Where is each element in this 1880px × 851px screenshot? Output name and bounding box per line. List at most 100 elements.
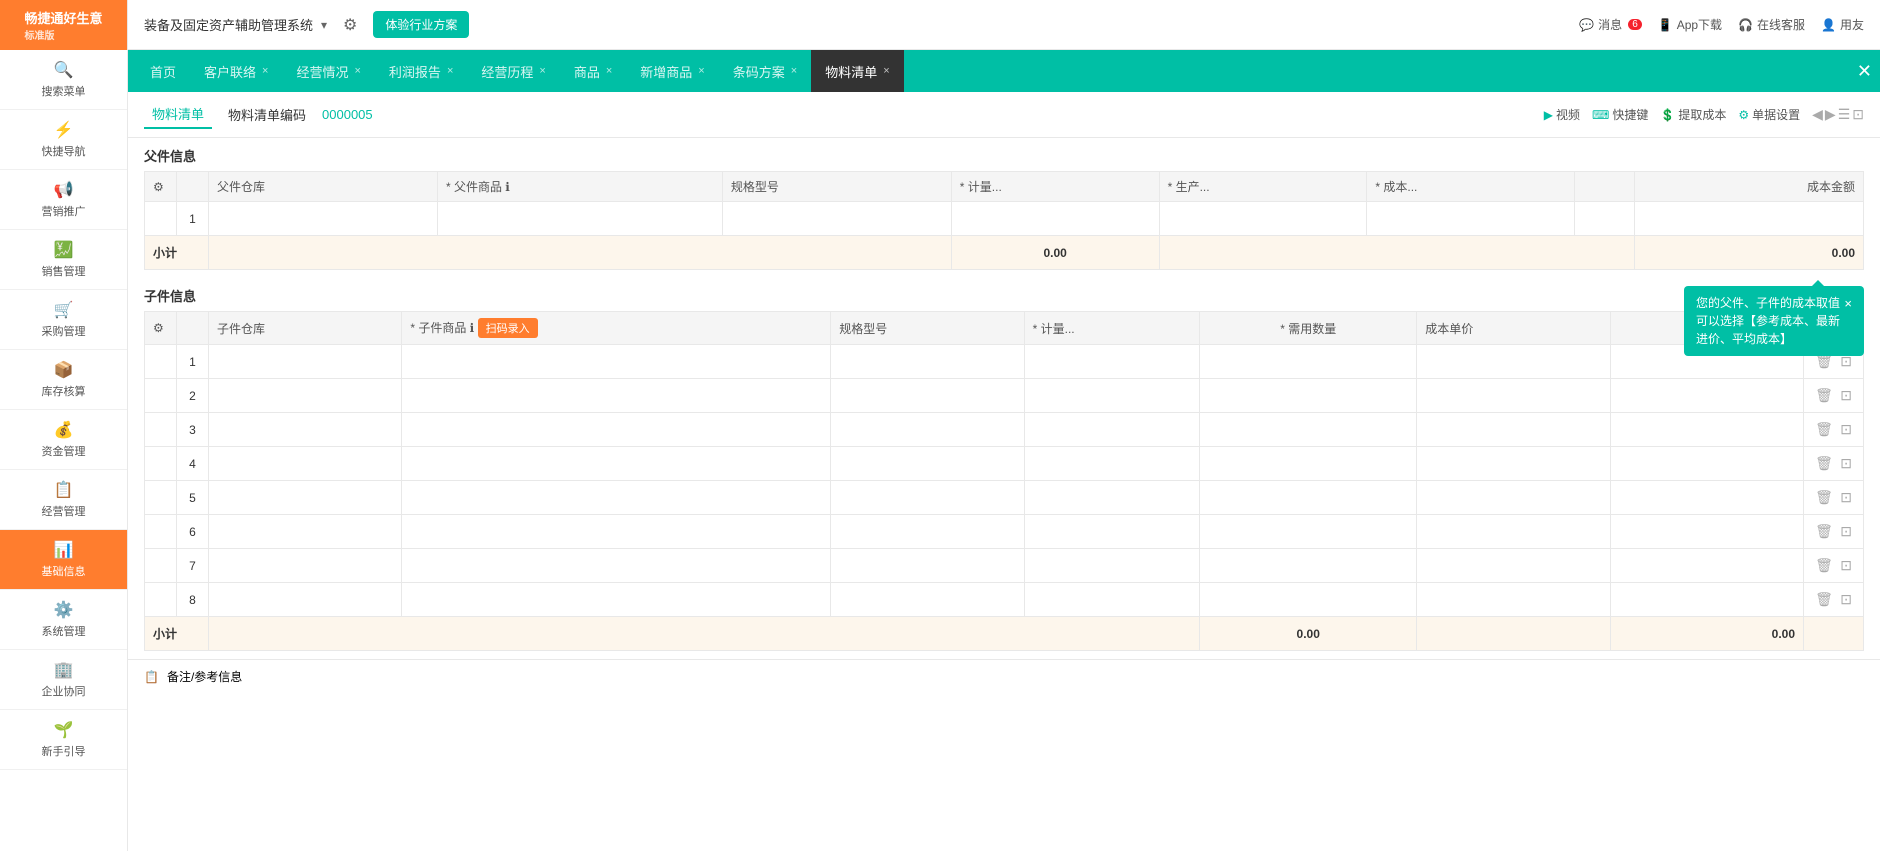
child-goods-cell-3[interactable]	[402, 413, 831, 447]
view-video-btn[interactable]: ▶ 视频	[1544, 106, 1580, 123]
sidebar-item-finance[interactable]: 💰资金管理	[0, 410, 127, 470]
expand-icon[interactable]: ⊡	[1852, 106, 1864, 123]
child-goods-cell-6[interactable]	[402, 515, 831, 549]
extract-cost-btn[interactable]: 💲 提取成本	[1660, 106, 1726, 123]
settings-icon[interactable]: ⚙	[343, 15, 357, 35]
child-price-cell-4[interactable]	[1417, 447, 1610, 481]
nav-tab-customer[interactable]: 客户联络×	[190, 50, 282, 92]
close-tab-new_goods[interactable]: ×	[698, 65, 704, 77]
child-warehouse-cell-2[interactable]	[209, 379, 402, 413]
system-dropdown[interactable]: ▾	[321, 18, 327, 32]
child-goods-cell-8[interactable]	[402, 583, 831, 617]
child-goods-cell-4[interactable]	[402, 447, 831, 481]
close-tab-bom[interactable]: ×	[883, 65, 889, 77]
child-spec-cell-8[interactable]	[831, 583, 1024, 617]
online-service-btn[interactable]: 🎧 在线客服	[1738, 16, 1805, 33]
sidebar-item-search[interactable]: 🔍搜索菜单	[0, 50, 127, 110]
child-price-cell-7[interactable]	[1417, 549, 1610, 583]
child-qty-cell-5[interactable]	[1200, 481, 1417, 515]
nav-tab-barcode[interactable]: 条码方案×	[719, 50, 811, 92]
child-unit-cell-5[interactable]	[1024, 481, 1200, 515]
child-goods-cell-7[interactable]	[402, 549, 831, 583]
child-spec-cell-5[interactable]	[831, 481, 1024, 515]
child-spec-cell-4[interactable]	[831, 447, 1024, 481]
child-spec-cell-7[interactable]	[831, 549, 1024, 583]
nav-tab-ops_history[interactable]: 经营历程×	[467, 50, 559, 92]
child-qty-cell-1[interactable]	[1200, 345, 1417, 379]
delete-icon-6[interactable]: 🗑	[1815, 523, 1833, 539]
child-qty-cell-8[interactable]	[1200, 583, 1417, 617]
child-unit-cell-1[interactable]	[1024, 345, 1200, 379]
child-unit-cell-6[interactable]	[1024, 515, 1200, 549]
parent-spec-cell[interactable]	[722, 202, 951, 236]
child-unit-cell-4[interactable]	[1024, 447, 1200, 481]
message-btn[interactable]: 💬 消息 6	[1579, 16, 1642, 33]
child-qty-cell-4[interactable]	[1200, 447, 1417, 481]
sidebar-item-ops[interactable]: 📋经营管理	[0, 470, 127, 530]
child-warehouse-cell-3[interactable]	[209, 413, 402, 447]
app-download-btn[interactable]: 📱 App下载	[1658, 16, 1722, 33]
delete-icon-3[interactable]: 🗑	[1815, 421, 1833, 437]
close-tab-ops_status[interactable]: ×	[354, 65, 360, 77]
child-spec-cell-2[interactable]	[831, 379, 1024, 413]
child-warehouse-cell-4[interactable]	[209, 447, 402, 481]
single-settings-btn[interactable]: ⚙ 单据设置	[1738, 106, 1800, 123]
child-qty-cell-7[interactable]	[1200, 549, 1417, 583]
copy-icon-3[interactable]: ⊡	[1840, 421, 1852, 437]
sidebar-item-basic[interactable]: 📊基础信息	[0, 530, 127, 590]
parent-col-gear[interactable]: ⚙	[145, 172, 177, 202]
child-qty-cell-2[interactable]	[1200, 379, 1417, 413]
nav-tab-profit[interactable]: 利润报告×	[375, 50, 467, 92]
child-warehouse-cell-1[interactable]	[209, 345, 402, 379]
sidebar-item-enterprise[interactable]: 🏢企业协同	[0, 650, 127, 710]
child-warehouse-cell-5[interactable]	[209, 481, 402, 515]
parent-warehouse-cell[interactable]	[209, 202, 438, 236]
menu-icon[interactable]: ☰	[1838, 106, 1851, 123]
child-unit-cell-3[interactable]	[1024, 413, 1200, 447]
child-unit-cell-7[interactable]	[1024, 549, 1200, 583]
nav-tab-bom[interactable]: 物料清单×	[811, 50, 903, 92]
delete-icon-8[interactable]: 🗑	[1815, 591, 1833, 607]
sidebar-item-guide[interactable]: 🌱新手引导	[0, 710, 127, 770]
delete-icon-2[interactable]: 🗑	[1815, 387, 1833, 403]
copy-icon-5[interactable]: ⊡	[1840, 489, 1852, 505]
delete-icon-7[interactable]: 🗑	[1815, 557, 1833, 573]
child-price-cell-3[interactable]	[1417, 413, 1610, 447]
child-warehouse-cell-8[interactable]	[209, 583, 402, 617]
nav-tab-ops_status[interactable]: 经营情况×	[282, 50, 374, 92]
child-qty-cell-6[interactable]	[1200, 515, 1417, 549]
tooltip-close-btn[interactable]: ×	[1844, 294, 1852, 314]
child-goods-cell-1[interactable]	[402, 345, 831, 379]
parent-produce-cell[interactable]	[1159, 202, 1367, 236]
delete-icon-4[interactable]: 🗑	[1815, 455, 1833, 471]
close-tab-ops_history[interactable]: ×	[539, 65, 545, 77]
sub-tab-bom-list[interactable]: 物料清单	[144, 100, 212, 129]
user-btn[interactable]: 👤 用友	[1821, 16, 1864, 33]
nav-tab-home[interactable]: 首页	[136, 50, 190, 92]
sidebar-item-purchase[interactable]: 🛒采购管理	[0, 290, 127, 350]
trial-btn[interactable]: 体验行业方案	[373, 11, 469, 38]
close-tab-barcode[interactable]: ×	[791, 65, 797, 77]
close-tab-customer[interactable]: ×	[262, 65, 268, 77]
child-spec-cell-6[interactable]	[831, 515, 1024, 549]
child-goods-cell-5[interactable]	[402, 481, 831, 515]
sidebar-item-sales[interactable]: 💹销售管理	[0, 230, 127, 290]
child-unit-cell-8[interactable]	[1024, 583, 1200, 617]
scan-input-btn[interactable]: 扫码录入	[478, 318, 538, 338]
parent-unit-cell[interactable]	[951, 202, 1159, 236]
copy-icon-7[interactable]: ⊡	[1840, 557, 1852, 573]
child-price-cell-6[interactable]	[1417, 515, 1610, 549]
nav-tab-new_goods[interactable]: 新增商品×	[626, 50, 718, 92]
copy-icon-8[interactable]: ⊡	[1840, 591, 1852, 607]
child-col-gear[interactable]: ⚙	[145, 312, 177, 345]
child-price-cell-5[interactable]	[1417, 481, 1610, 515]
sidebar-item-quicknav[interactable]: ⚡快捷导航	[0, 110, 127, 170]
sidebar-item-inventory[interactable]: 📦库存核算	[0, 350, 127, 410]
next-arrow[interactable]: ▶	[1825, 106, 1836, 123]
child-price-cell-2[interactable]	[1417, 379, 1610, 413]
sidebar-item-marketing[interactable]: 📢营销推广	[0, 170, 127, 230]
prev-arrow[interactable]: ◀	[1812, 106, 1823, 123]
child-spec-cell-3[interactable]	[831, 413, 1024, 447]
delete-icon-5[interactable]: 🗑	[1815, 489, 1833, 505]
nav-tab-goods[interactable]: 商品×	[560, 50, 626, 92]
